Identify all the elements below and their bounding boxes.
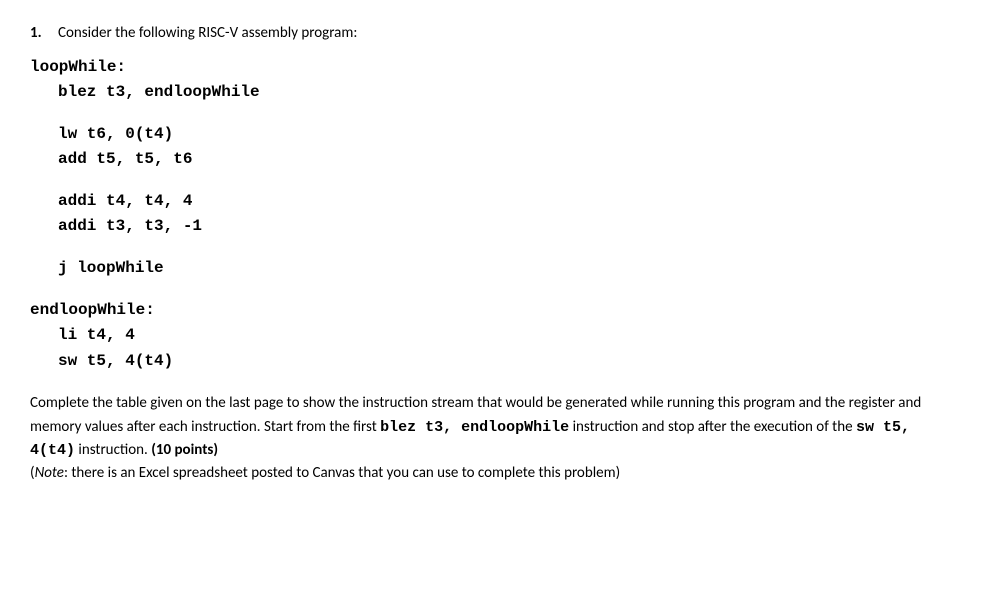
code-line-sw: sw t5, 4(t4)	[58, 349, 963, 375]
code-group-1: loopWhile: blez t3, endloopWhile	[30, 55, 963, 106]
instructions-points: (10 points)	[151, 441, 218, 459]
code-line-addi-t3: addi t3, t3, -1	[58, 214, 963, 240]
code-line-addi-t4: addi t4, t4, 4	[58, 189, 963, 215]
question-prompt: Consider the following RISC-V assembly p…	[58, 22, 357, 45]
code-block: loopWhile: blez t3, endloopWhile lw t6, …	[30, 55, 963, 375]
code-group-5: endloopWhile: li t4, 4 sw t5, 4(t4)	[30, 298, 963, 375]
code-line-li: li t4, 4	[58, 323, 963, 349]
note-text: : there is an Excel spreadsheet posted t…	[64, 464, 620, 482]
code-group-3: addi t4, t4, 4 addi t3, t3, -1	[30, 189, 963, 240]
instructions-code-blez: blez t3, endloopWhile	[380, 419, 569, 436]
code-line-blez: blez t3, endloopWhile	[58, 80, 963, 106]
code-label-endloopwhile: endloopWhile:	[30, 298, 963, 324]
code-label-loopwhile: loopWhile:	[30, 55, 963, 81]
code-line-lw: lw t6, 0(t4)	[58, 122, 963, 148]
code-group-2: lw t6, 0(t4) add t5, t5, t6	[30, 122, 963, 173]
instructions-text-c: instruction.	[75, 441, 151, 459]
code-group-4: j loopWhile	[30, 256, 963, 282]
question-header: 1. Consider the following RISC-V assembl…	[30, 22, 963, 45]
note-label: Note	[35, 464, 64, 482]
question-number: 1.	[30, 22, 48, 45]
code-line-j: j loopWhile	[58, 256, 963, 282]
instructions-paragraph: Complete the table given on the last pag…	[30, 392, 963, 485]
instructions-text-b: instruction and stop after the execution…	[569, 418, 856, 436]
code-line-add: add t5, t5, t6	[58, 147, 963, 173]
